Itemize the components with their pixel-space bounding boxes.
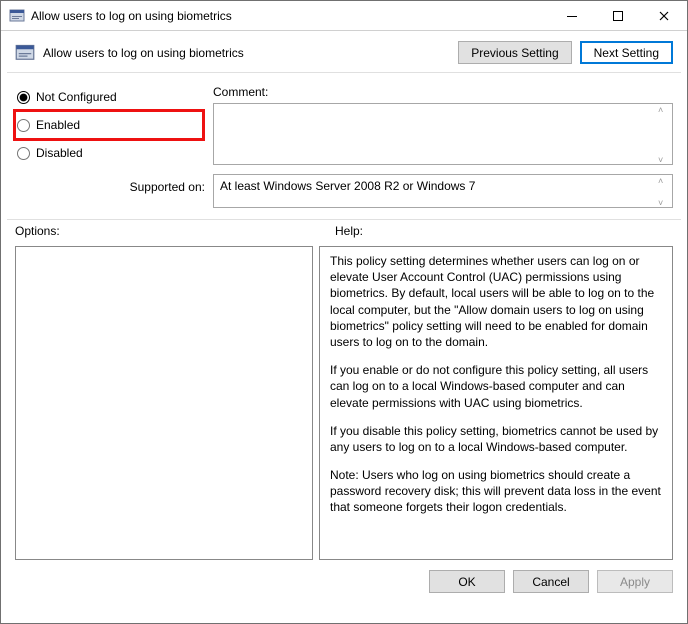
ok-button[interactable]: OK (429, 570, 505, 593)
policy-icon (15, 43, 35, 63)
next-setting-button[interactable]: Next Setting (580, 41, 673, 64)
state-radios: Not Configured Enabled Disabled (15, 81, 203, 168)
close-button[interactable] (641, 1, 687, 30)
supported-field (213, 174, 673, 208)
previous-setting-button[interactable]: Previous Setting (458, 41, 571, 64)
radio-enabled-label: Enabled (36, 118, 80, 132)
mid-labels: Options: Help: (1, 220, 687, 242)
radio-not-configured-input[interactable] (17, 91, 30, 104)
help-paragraph: If you enable or do not configure this p… (330, 362, 662, 411)
options-panel (15, 246, 313, 560)
header-row: Allow users to log on using biometrics P… (1, 31, 687, 72)
comment-label: Comment: (213, 81, 673, 103)
radio-enabled[interactable]: Enabled (15, 111, 203, 139)
footer: OK Cancel Apply (1, 560, 687, 603)
help-paragraph: Note: Users who log on using biometrics … (330, 467, 662, 516)
help-paragraph: If you disable this policy setting, biom… (330, 423, 662, 455)
options-label: Options: (15, 224, 335, 238)
scroll-hint: ˄˅ (658, 106, 670, 165)
supported-label: Supported on: (15, 174, 205, 194)
help-label: Help: (335, 224, 363, 238)
radio-disabled-input[interactable] (17, 147, 30, 160)
scroll-hint: ˄˅ (658, 177, 670, 208)
comment-field-wrap: ˄˅ (213, 103, 673, 168)
panels: This policy setting determines whether u… (1, 242, 687, 560)
window-title: Allow users to log on using biometrics (31, 9, 549, 23)
supported-row: Supported on: ˄˅ (1, 172, 687, 219)
state-area: Not Configured Enabled Disabled Comment:… (1, 73, 687, 172)
maximize-button[interactable] (595, 1, 641, 30)
radio-enabled-input[interactable] (17, 119, 30, 132)
titlebar: Allow users to log on using biometrics (1, 1, 687, 31)
cancel-button[interactable]: Cancel (513, 570, 589, 593)
minimize-button[interactable] (549, 1, 595, 30)
apply-button[interactable]: Apply (597, 570, 673, 593)
comment-field[interactable] (213, 103, 673, 165)
policy-title: Allow users to log on using biometrics (43, 46, 450, 60)
radio-not-configured-label: Not Configured (36, 90, 117, 104)
help-paragraph: This policy setting determines whether u… (330, 253, 662, 350)
radio-disabled-label: Disabled (36, 146, 83, 160)
policy-icon (9, 8, 25, 24)
radio-disabled[interactable]: Disabled (15, 139, 203, 167)
radio-not-configured[interactable]: Not Configured (15, 83, 203, 111)
help-panel: This policy setting determines whether u… (319, 246, 673, 560)
comment-column: Comment: ˄˅ (213, 81, 673, 168)
